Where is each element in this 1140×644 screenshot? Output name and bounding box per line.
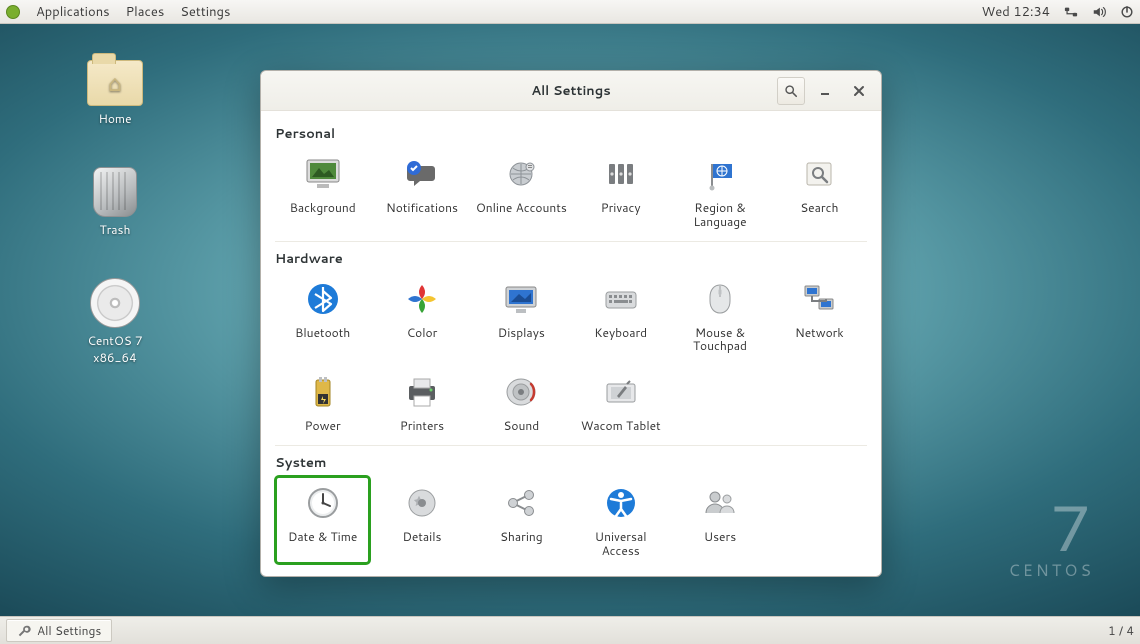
- distro-logo-icon: [6, 5, 20, 19]
- disc-icon: [90, 278, 140, 328]
- settings-window: All Settings Personal Background: [260, 70, 882, 577]
- settings-bluetooth[interactable]: Bluetooth: [275, 272, 370, 360]
- close-icon: [853, 85, 865, 97]
- settings-privacy[interactable]: Privacy: [573, 147, 668, 235]
- color-icon: [401, 278, 443, 320]
- desktop-label: Trash: [100, 221, 131, 238]
- grid-hardware: Bluetooth Color Displays Keyboard: [275, 272, 867, 439]
- desktop-home[interactable]: ⌂ Home: [75, 60, 155, 127]
- mouse-touchpad-icon: [699, 278, 741, 320]
- grid-personal: Background Notifications Online Accounts…: [275, 147, 867, 235]
- displays-icon: [500, 278, 542, 320]
- background-icon: [302, 153, 344, 195]
- taskbar-entry-settings[interactable]: All Settings: [6, 619, 112, 642]
- settings-sharing[interactable]: Sharing: [474, 476, 569, 564]
- os-brand: 7 CENTOS: [1008, 495, 1094, 582]
- settings-details[interactable]: Details: [374, 476, 469, 564]
- menu-applications[interactable]: Applications: [36, 3, 110, 21]
- users-icon: [699, 482, 741, 524]
- os-version: 7: [1050, 495, 1094, 559]
- section-title-system: System: [275, 454, 867, 472]
- trash-icon: [93, 167, 137, 217]
- window-title: All Settings: [531, 82, 610, 100]
- menu-settings[interactable]: Settings: [180, 3, 230, 21]
- settings-notifications[interactable]: Notifications: [374, 147, 469, 235]
- settings-region-language[interactable]: Region & Language: [672, 147, 767, 235]
- desktop-media[interactable]: CentOS 7 x86_64: [75, 278, 155, 366]
- desktop-label: CentOS 7 x86_64: [75, 332, 155, 366]
- details-icon: [401, 482, 443, 524]
- desktop-icons: ⌂ Home Trash CentOS 7 x86_64: [75, 60, 155, 366]
- desktop-label: Home: [98, 110, 131, 127]
- search-settings-icon: [798, 153, 840, 195]
- taskbar-entry-label: All Settings: [37, 622, 101, 639]
- notifications-icon: [401, 153, 443, 195]
- sound-icon: [500, 371, 542, 413]
- settings-users[interactable]: Users: [672, 476, 767, 564]
- sharing-icon: [500, 482, 542, 524]
- wacom-tablet-icon: [600, 371, 642, 413]
- volume-icon[interactable]: [1092, 5, 1106, 19]
- os-name: CENTOS: [1008, 559, 1094, 582]
- settings-sound[interactable]: Sound: [474, 365, 569, 439]
- desktop-trash[interactable]: Trash: [75, 167, 155, 238]
- bluetooth-icon: [302, 278, 344, 320]
- section-title-personal: Personal: [275, 125, 867, 143]
- wrench-icon: [17, 624, 31, 638]
- keyboard-icon: [600, 278, 642, 320]
- search-button[interactable]: [777, 77, 805, 105]
- settings-mouse-touchpad[interactable]: Mouse & Touchpad: [672, 272, 767, 360]
- network-icon: [798, 278, 840, 320]
- settings-universal-access[interactable]: Universal Access: [573, 476, 668, 564]
- settings-date-time[interactable]: Date & Time: [275, 476, 370, 564]
- bottom-taskbar: All Settings 1 / 4: [0, 616, 1140, 644]
- clock-icon: [302, 482, 344, 524]
- section-title-hardware: Hardware: [275, 250, 867, 268]
- universal-access-icon: [600, 482, 642, 524]
- window-titlebar[interactable]: All Settings: [261, 71, 881, 111]
- settings-keyboard[interactable]: Keyboard: [573, 272, 668, 360]
- printers-icon: [401, 371, 443, 413]
- privacy-icon: [600, 153, 642, 195]
- search-icon: [784, 84, 798, 98]
- folder-icon: ⌂: [87, 60, 143, 106]
- menu-places[interactable]: Places: [126, 3, 165, 21]
- clock[interactable]: Wed 12:34: [982, 3, 1050, 21]
- power-settings-icon: [302, 371, 344, 413]
- minimize-button[interactable]: [811, 77, 839, 105]
- settings-network[interactable]: Network: [772, 272, 867, 360]
- online-accounts-icon: [500, 153, 542, 195]
- region-language-icon: [699, 153, 741, 195]
- settings-wacom-tablet[interactable]: Wacom Tablet: [573, 365, 668, 439]
- close-button[interactable]: [845, 77, 873, 105]
- settings-search[interactable]: Search: [772, 147, 867, 235]
- power-icon[interactable]: [1120, 5, 1134, 19]
- settings-displays[interactable]: Displays: [474, 272, 569, 360]
- settings-printers[interactable]: Printers: [374, 365, 469, 439]
- settings-color[interactable]: Color: [374, 272, 469, 360]
- settings-online-accounts[interactable]: Online Accounts: [474, 147, 569, 235]
- grid-system: Date & Time Details Sharing Universal Ac…: [275, 476, 867, 564]
- settings-background[interactable]: Background: [275, 147, 370, 235]
- minimize-icon: [819, 85, 831, 97]
- settings-power[interactable]: Power: [275, 365, 370, 439]
- workspace-indicator[interactable]: 1 / 4: [1108, 622, 1134, 639]
- network-wired-icon[interactable]: [1064, 5, 1078, 19]
- top-panel: Applications Places Settings Wed 12:34: [0, 0, 1140, 24]
